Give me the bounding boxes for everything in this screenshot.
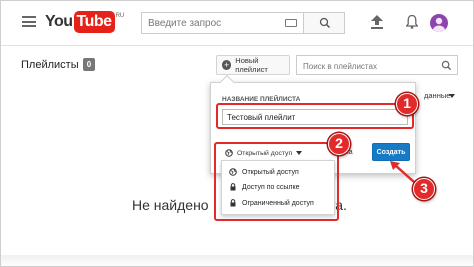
create-button[interactable]: Создать [372, 143, 410, 161]
keyboard-icon[interactable] [285, 19, 297, 27]
search-icon[interactable] [441, 60, 452, 71]
playlist-search-input[interactable] [297, 57, 437, 76]
new-playlist-label: Новый плейлист [235, 56, 268, 74]
playlist-count-badge: 0 [83, 58, 95, 71]
step-number-badge: 1 [396, 93, 418, 115]
step-number-badge: 2 [328, 133, 350, 155]
search-box [141, 12, 303, 34]
playlist-search-box [296, 55, 458, 76]
search-input[interactable] [142, 13, 272, 34]
playlist-name-label: НАЗВАНИЕ ПЛЕЙЛИСТА [222, 96, 301, 103]
highlight-name-input [216, 103, 414, 129]
logo-tube-text: Tube [73, 11, 115, 33]
avatar[interactable] [430, 14, 448, 32]
empty-state-text: Не найдено [132, 197, 209, 213]
user-icon [433, 17, 445, 32]
youtube-logo[interactable]: You Tube RU [45, 11, 124, 33]
chevron-down-icon[interactable] [449, 94, 455, 98]
bottom-edge [0, 255, 474, 267]
logo-region: RU [115, 13, 125, 19]
page-title: Плейлисты [21, 59, 79, 71]
sort-dropdown-label[interactable]: данные [424, 91, 450, 100]
arrow-icon [390, 161, 415, 183]
new-playlist-button[interactable]: + Новый плейлист [216, 55, 290, 75]
step-number-badge: 3 [413, 178, 435, 200]
logo-you-text: You [45, 13, 73, 30]
search-button[interactable] [303, 12, 345, 34]
plus-icon: + [222, 60, 232, 70]
highlight-privacy-menu [214, 142, 339, 221]
search-icon [319, 17, 331, 29]
screenshot-frame: You Tube RU Плейли [0, 0, 474, 267]
top-bar: You Tube RU [0, 0, 474, 46]
menu-icon[interactable] [22, 16, 36, 27]
bell-icon[interactable] [406, 15, 418, 29]
upload-icon[interactable] [371, 15, 383, 29]
